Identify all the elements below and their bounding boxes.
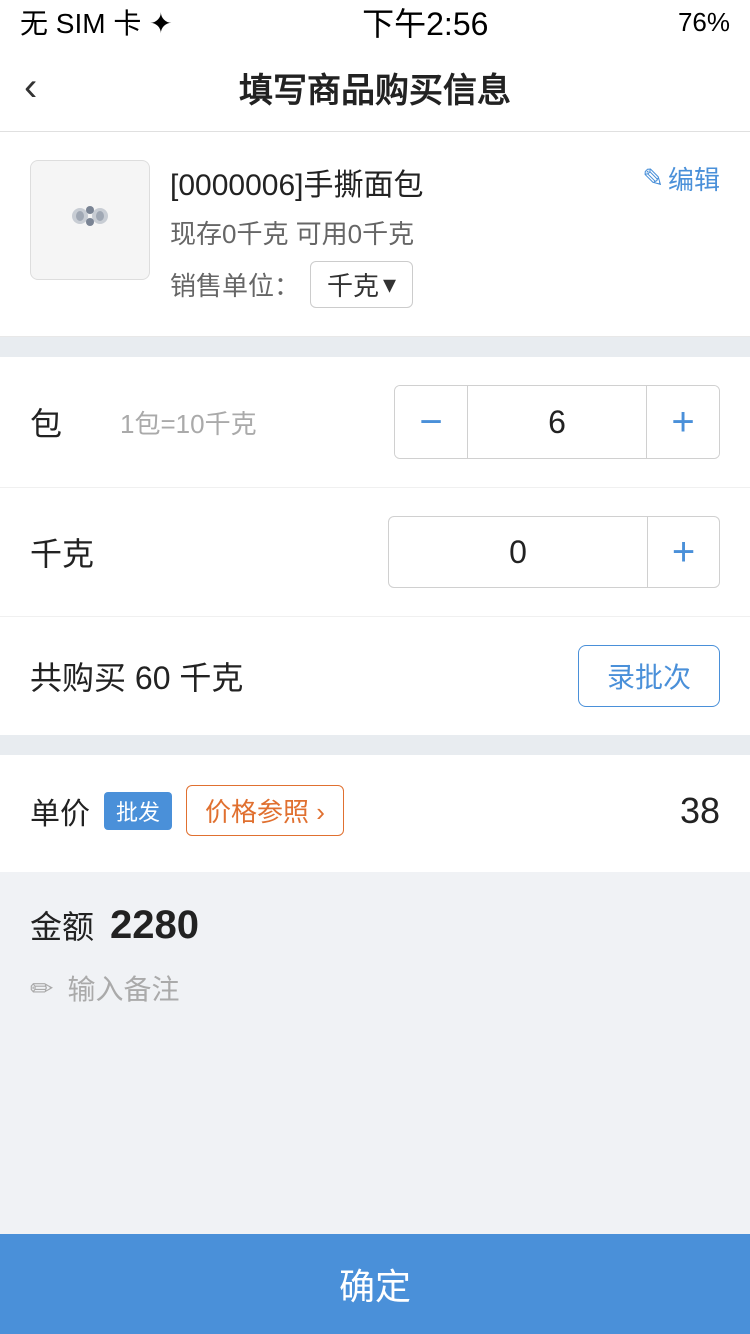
- package-input[interactable]: [467, 386, 647, 458]
- price-ref-button[interactable]: 价格参照 ›: [186, 785, 344, 836]
- product-card: [0000006]手撕面包 现存0千克 可用0千克 销售单位： 千克 ▾ ✎ 编…: [0, 132, 750, 337]
- status-signal: 无 SIM 卡 ✦: [20, 2, 173, 42]
- confirm-bar[interactable]: 确定: [0, 1234, 750, 1334]
- price-section: 单价 批发 价格参照 › 38: [0, 755, 750, 872]
- package-row: 包 1包=10千克 − +: [0, 357, 750, 488]
- amount-label: 金额: [30, 902, 94, 948]
- price-value: 38: [680, 790, 720, 832]
- kilogram-plus-button[interactable]: +: [648, 516, 720, 588]
- total-text: 共购买 60 千克: [30, 653, 243, 699]
- section-divider-2: [0, 735, 750, 755]
- status-time: 下午2:56: [362, 0, 488, 45]
- total-row: 共购买 60 千克 录批次: [0, 617, 750, 735]
- package-hint: 1包=10千克: [120, 404, 394, 441]
- kilogram-row: 千克 +: [0, 488, 750, 617]
- section-divider-1: [0, 337, 750, 357]
- package-stepper: − +: [394, 385, 720, 459]
- price-label: 单价: [30, 789, 90, 833]
- unit-label: 销售单位：: [170, 266, 300, 303]
- unit-select[interactable]: 千克 ▾: [310, 261, 413, 308]
- amount-section: 金额 2280 ✏ 输入备注: [0, 872, 750, 1028]
- edit-button[interactable]: ✎ 编辑: [642, 160, 720, 197]
- amount-value: 2280: [110, 903, 199, 948]
- input-section: 包 1包=10千克 − + 千克 +: [0, 357, 750, 617]
- remark-row[interactable]: ✏ 输入备注: [30, 968, 720, 1008]
- status-bar: 无 SIM 卡 ✦ 下午2:56 76%: [0, 0, 750, 44]
- page-title: 填写商品购买信息: [239, 63, 511, 112]
- price-row: 单价 批发 价格参照 › 38: [30, 785, 720, 836]
- package-label: 包: [30, 399, 110, 445]
- confirm-button[interactable]: 确定: [339, 1258, 411, 1310]
- price-badge: 批发: [104, 792, 172, 830]
- pencil-icon: ✏: [30, 972, 53, 1005]
- product-name: [0000006]手撕面包: [170, 160, 622, 204]
- kilogram-input[interactable]: [388, 516, 648, 588]
- remark-placeholder: 输入备注: [67, 968, 179, 1008]
- package-plus-button[interactable]: +: [647, 386, 719, 458]
- back-button[interactable]: ‹: [24, 65, 37, 110]
- batch-button[interactable]: 录批次: [578, 645, 720, 707]
- amount-row: 金额 2280: [30, 902, 720, 948]
- content-spacer: [0, 1028, 750, 1234]
- product-unit-row: 销售单位： 千克 ▾: [170, 261, 622, 308]
- kilogram-stepper: +: [388, 516, 720, 588]
- product-image: [30, 160, 150, 280]
- status-battery: 76%: [678, 7, 730, 38]
- price-left: 单价 批发 价格参照 ›: [30, 785, 344, 836]
- nav-bar: ‹ 填写商品购买信息: [0, 44, 750, 132]
- product-stock: 现存0千克 可用0千克: [170, 214, 622, 251]
- product-info: [0000006]手撕面包 现存0千克 可用0千克 销售单位： 千克 ▾: [170, 160, 622, 308]
- package-minus-button[interactable]: −: [395, 386, 467, 458]
- kilogram-label: 千克: [30, 529, 110, 575]
